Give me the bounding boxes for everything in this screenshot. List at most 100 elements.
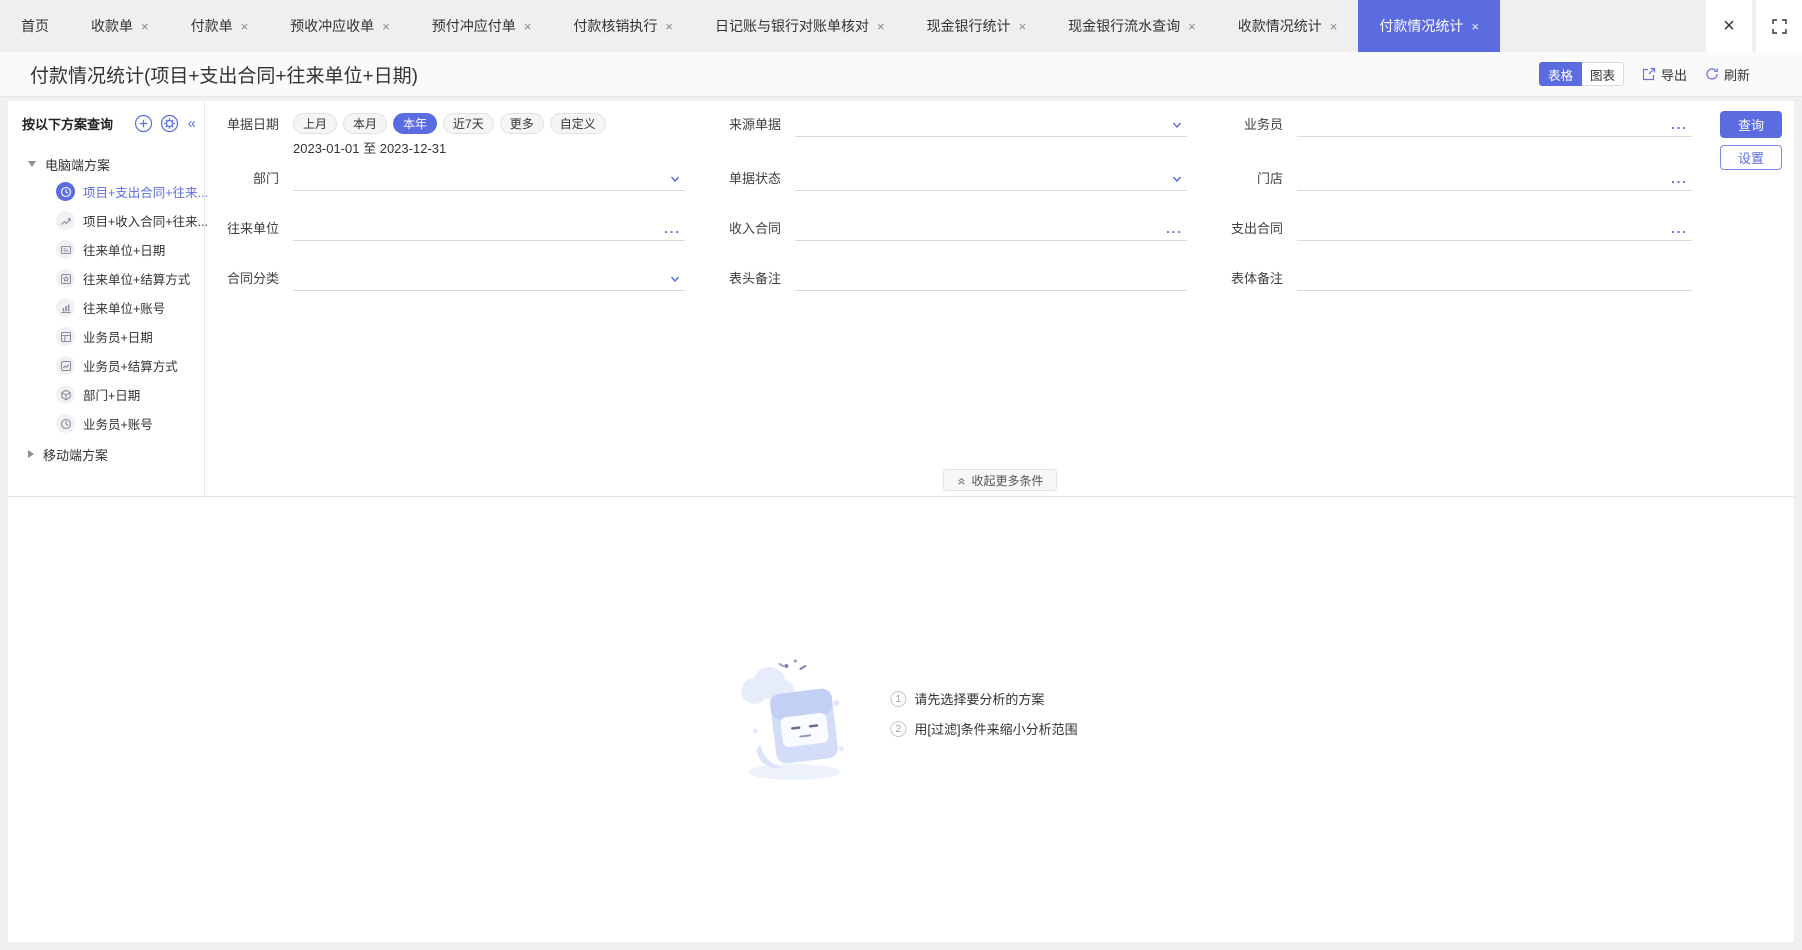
date-preset-last-month[interactable]: 上月 xyxy=(293,113,338,134)
tab-label: 现金银行统计 xyxy=(926,18,1011,34)
query-button[interactable]: 查询 xyxy=(1720,111,1782,138)
close-icon[interactable]: × xyxy=(1019,19,1027,34)
tab-label: 预付冲应付单 xyxy=(431,18,516,34)
scheme-item[interactable]: 往来单位+账号 xyxy=(8,293,204,322)
view-chart-button[interactable]: 图表 xyxy=(1581,62,1624,86)
filter-label-header-memo: 表头备注 xyxy=(728,271,781,286)
tab-label: 付款情况统计 xyxy=(1379,18,1464,34)
refresh-label: 刷新 xyxy=(1723,67,1750,83)
date-range-value[interactable]: 2023-01-01 至 2023-12-31 xyxy=(293,138,685,157)
income-contract-picker[interactable]: ... xyxy=(795,217,1187,241)
chevron-down-icon[interactable] xyxy=(669,273,681,285)
filter-label-expense-contract: 支出合同 xyxy=(1230,221,1283,236)
tab-cash-bank-flow[interactable]: 现金银行流水查询 × xyxy=(1047,0,1217,52)
filter-label-department: 部门 xyxy=(252,171,279,186)
double-chevron-up-icon xyxy=(957,477,965,485)
tab-payment-writeoff[interactable]: 付款核销执行 × xyxy=(552,0,694,52)
contract-category-select[interactable] xyxy=(293,267,685,291)
scheme-item[interactable]: 业务员+账号 xyxy=(8,409,204,438)
department-select[interactable] xyxy=(293,167,685,191)
scheme-item-label: 往来单位+账号 xyxy=(83,302,166,316)
tab-label: 付款单 xyxy=(190,18,233,34)
ellipsis-icon[interactable]: ... xyxy=(1671,118,1688,131)
scheme-item[interactable]: 往来单位+日期 xyxy=(8,235,204,264)
add-scheme-icon[interactable] xyxy=(134,114,153,133)
close-icon[interactable]: × xyxy=(665,19,673,34)
clock-icon xyxy=(56,182,75,201)
settings-button[interactable]: 设置 xyxy=(1720,145,1782,170)
chevron-down-icon[interactable] xyxy=(669,173,681,185)
store-picker[interactable]: ... xyxy=(1297,167,1692,191)
scheme-item-label: 业务员+结算方式 xyxy=(83,360,178,374)
fullscreen-button[interactable] xyxy=(1756,0,1802,52)
scheme-item[interactable]: 项目+收入合同+往来... xyxy=(8,206,208,235)
source-doc-select[interactable] xyxy=(795,113,1187,137)
filter-label-income-contract: 收入合同 xyxy=(728,221,781,236)
date-preset-group: 上月 本月 本年 近7天 更多 自定义 xyxy=(293,113,685,134)
tab-prepay-offset[interactable]: 预付冲应付单 × xyxy=(411,0,553,52)
scheme-item-label: 往来单位+日期 xyxy=(83,244,166,258)
scheme-tree: 电脑端方案 项目+支出合同+往来... 项目+收入合同+往来... 往来单位+日… xyxy=(8,135,208,467)
scheme-item-label: 业务员+账号 xyxy=(83,418,153,432)
tab-payment[interactable]: 付款单 × xyxy=(170,0,270,52)
close-icon: × xyxy=(1723,14,1735,37)
ellipsis-icon[interactable]: ... xyxy=(1671,222,1688,235)
tree-group-label: 移动端方案 xyxy=(43,447,109,463)
export-label: 导出 xyxy=(1660,67,1687,83)
date-preset-this-month[interactable]: 本月 xyxy=(343,113,388,134)
export-button[interactable]: 导出 xyxy=(1642,65,1687,84)
doc-status-select[interactable] xyxy=(795,167,1187,191)
close-icon[interactable]: × xyxy=(1471,19,1479,34)
scheme-item[interactable]: 部门+日期 xyxy=(8,380,204,409)
close-icon[interactable]: × xyxy=(141,19,149,34)
scheme-item[interactable]: 往来单位+结算方式 xyxy=(8,264,204,293)
close-icon[interactable]: × xyxy=(1188,19,1196,34)
scheme-item[interactable]: 项目+支出合同+往来... xyxy=(8,177,208,206)
header-memo-input[interactable] xyxy=(795,267,1187,291)
tab-home[interactable]: 首页 xyxy=(0,0,70,52)
tab-label: 日记账与银行对账单核对 xyxy=(714,18,869,34)
body-memo-input[interactable] xyxy=(1297,267,1692,291)
close-icon[interactable]: × xyxy=(1330,19,1338,34)
chevron-down-icon[interactable] xyxy=(1171,173,1183,185)
tab-receipt[interactable]: 收款单 × xyxy=(70,0,170,52)
expense-contract-picker[interactable]: ... xyxy=(1297,217,1692,241)
chevron-down-icon[interactable] xyxy=(1171,119,1183,131)
query-region: 按以下方案查询 « 电脑端方案 项目+支出合同+往来... 项目+收入合同+往来… xyxy=(8,101,1794,497)
date-preset-last7days[interactable]: 近7天 xyxy=(443,113,494,134)
tab-label: 收款情况统计 xyxy=(1237,18,1322,34)
hint-number-badge: 1 xyxy=(890,690,907,707)
main-area: 按以下方案查询 « 电脑端方案 项目+支出合同+往来... 项目+收入合同+往来… xyxy=(0,97,1802,950)
view-table-button[interactable]: 表格 xyxy=(1538,62,1582,86)
close-icon[interactable]: × xyxy=(241,19,249,34)
ellipsis-icon[interactable]: ... xyxy=(664,222,681,235)
tab-label: 预收冲应收单 xyxy=(290,18,375,34)
close-icon[interactable]: × xyxy=(877,19,885,34)
refresh-button[interactable]: 刷新 xyxy=(1705,65,1750,84)
tree-group-mobile[interactable]: 移动端方案 xyxy=(8,441,204,467)
ellipsis-icon[interactable]: ... xyxy=(1166,222,1183,235)
scheme-item[interactable]: 业务员+结算方式 xyxy=(8,351,204,380)
page-title: 付款情况统计(项目+支出合同+往来单位+日期) xyxy=(30,65,418,87)
tab-receipt-stats[interactable]: 收款情况统计 × xyxy=(1217,0,1359,52)
partner-picker[interactable]: ... xyxy=(293,217,685,241)
tab-label: 首页 xyxy=(21,18,49,34)
date-preset-more[interactable]: 更多 xyxy=(499,113,544,134)
close-icon[interactable]: × xyxy=(524,19,532,34)
scheme-item[interactable]: 业务员+日期 xyxy=(8,322,204,351)
tab-cash-bank-stats[interactable]: 现金银行统计 × xyxy=(906,0,1048,52)
collapse-sidebar-icon[interactable]: « xyxy=(186,116,196,131)
window-close-button[interactable]: × xyxy=(1706,0,1752,52)
tab-journal-bank-check[interactable]: 日记账与银行对账单核对 × xyxy=(694,0,906,52)
gear-icon[interactable] xyxy=(160,114,179,133)
tab-prereceipt-offset[interactable]: 预收冲应收单 × xyxy=(269,0,411,52)
ellipsis-icon[interactable]: ... xyxy=(1671,172,1688,185)
scheme-item-label: 项目+支出合同+往来... xyxy=(83,186,209,200)
date-preset-this-year[interactable]: 本年 xyxy=(393,113,438,134)
close-icon[interactable]: × xyxy=(382,19,390,34)
tab-payment-stats-active[interactable]: 付款情况统计 × xyxy=(1358,0,1500,52)
date-preset-custom[interactable]: 自定义 xyxy=(549,113,606,134)
collapse-conditions-button[interactable]: 收起更多条件 xyxy=(942,469,1057,491)
salesman-picker[interactable]: ... xyxy=(1297,113,1692,137)
tree-group-pc[interactable]: 电脑端方案 xyxy=(8,151,204,177)
